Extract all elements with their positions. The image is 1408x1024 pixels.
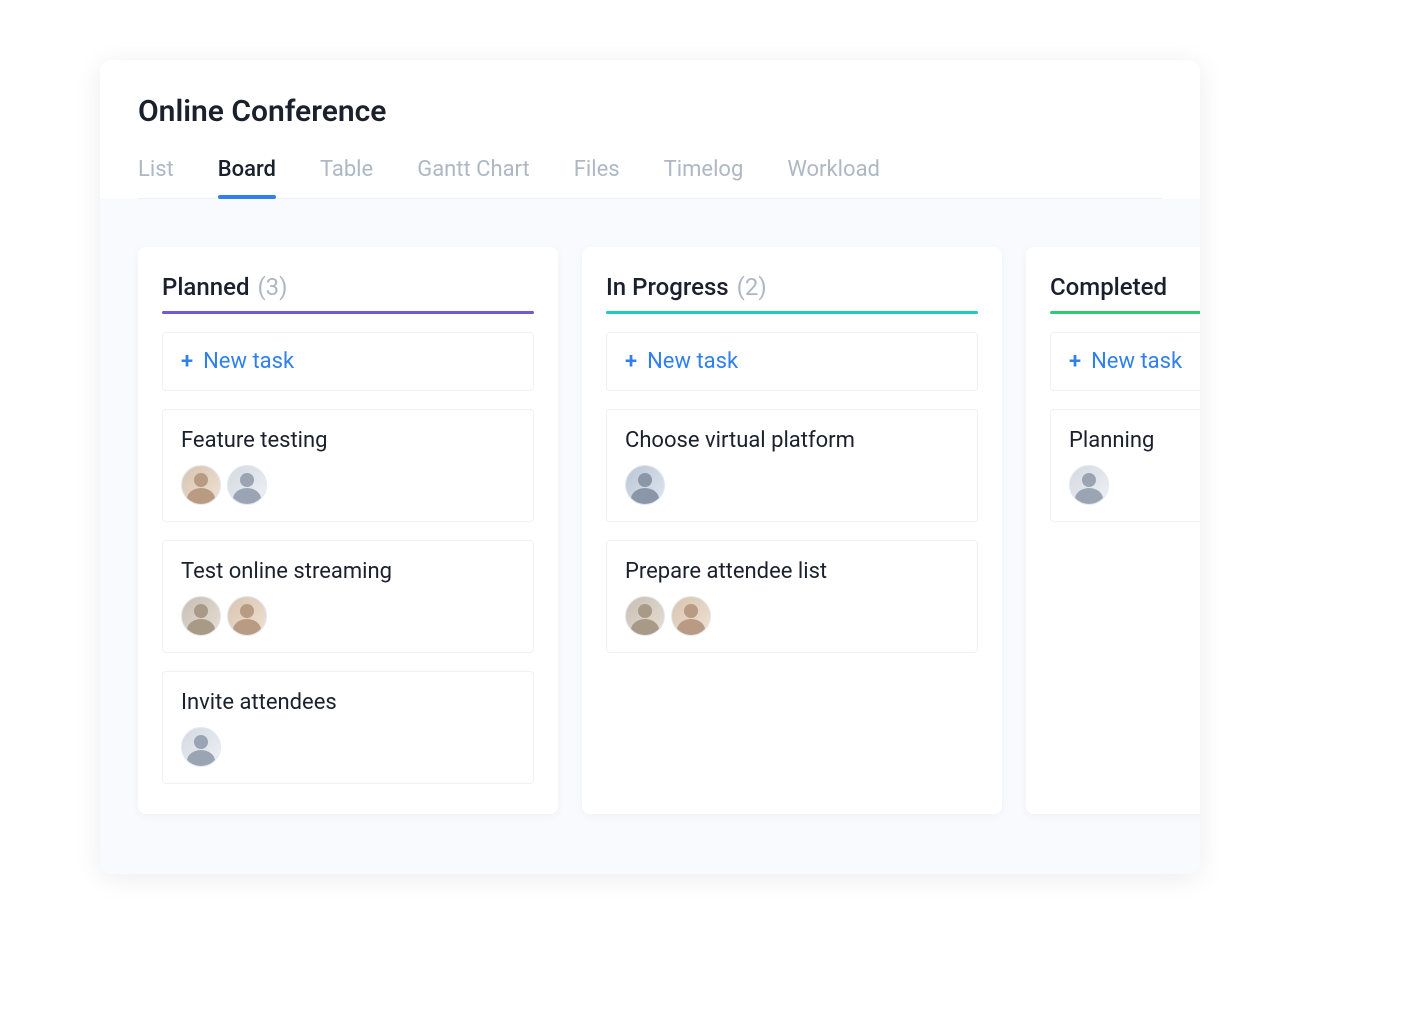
plus-icon: +: [181, 351, 193, 373]
task-card[interactable]: Prepare attendee list: [606, 540, 978, 653]
task-title: Invite attendees: [181, 690, 515, 715]
tab-timelog[interactable]: Timelog: [664, 157, 744, 198]
tab-board[interactable]: Board: [218, 157, 276, 198]
avatar: [181, 596, 221, 636]
new-task-button[interactable]: + New task: [1050, 332, 1200, 391]
column-title: Planned: [162, 273, 249, 301]
view-tabs: List Board Table Gantt Chart Files Timel…: [138, 157, 1162, 199]
task-title: Test online streaming: [181, 559, 515, 584]
app-header: Online Conference List Board Table Gantt…: [100, 60, 1200, 199]
new-task-label: New task: [203, 349, 294, 374]
avatar: [181, 727, 221, 767]
new-task-button[interactable]: + New task: [162, 332, 534, 391]
avatar: [671, 596, 711, 636]
tab-list[interactable]: List: [138, 157, 174, 198]
avatar: [227, 596, 267, 636]
avatar: [181, 465, 221, 505]
task-avatars: [181, 465, 515, 505]
column-header: Completed: [1050, 273, 1200, 301]
task-title: Prepare attendee list: [625, 559, 959, 584]
avatar: [625, 596, 665, 636]
task-card[interactable]: Planning: [1050, 409, 1200, 522]
new-task-label: New task: [647, 349, 738, 374]
new-task-label: New task: [1091, 349, 1182, 374]
app-card: Online Conference List Board Table Gantt…: [100, 60, 1200, 874]
tab-files[interactable]: Files: [574, 157, 620, 198]
page-title: Online Conference: [138, 94, 1162, 129]
task-avatars: [625, 596, 959, 636]
avatar: [625, 465, 665, 505]
column-planned: Planned (3) + New task Feature testing T…: [138, 247, 558, 814]
task-card[interactable]: Choose virtual platform: [606, 409, 978, 522]
column-count: (2): [737, 273, 767, 301]
plus-icon: +: [625, 351, 637, 373]
column-underline: [606, 311, 978, 314]
column-title: In Progress: [606, 273, 729, 301]
tab-gantt-chart[interactable]: Gantt Chart: [417, 157, 530, 198]
task-card[interactable]: Feature testing: [162, 409, 534, 522]
plus-icon: +: [1069, 351, 1081, 373]
avatar: [227, 465, 267, 505]
column-underline: [162, 311, 534, 314]
task-card[interactable]: Test online streaming: [162, 540, 534, 653]
task-avatars: [181, 727, 515, 767]
column-header: In Progress (2): [606, 273, 978, 301]
new-task-button[interactable]: + New task: [606, 332, 978, 391]
task-avatars: [181, 596, 515, 636]
task-card[interactable]: Invite attendees: [162, 671, 534, 784]
avatar: [1069, 465, 1109, 505]
tab-workload[interactable]: Workload: [787, 157, 880, 198]
column-underline: [1050, 311, 1200, 314]
tab-table[interactable]: Table: [320, 157, 373, 198]
task-avatars: [625, 465, 959, 505]
board-area: Planned (3) + New task Feature testing T…: [100, 199, 1200, 874]
task-title: Choose virtual platform: [625, 428, 959, 453]
column-title: Completed: [1050, 273, 1167, 301]
task-avatars: [1069, 465, 1200, 505]
column-count: (3): [257, 273, 287, 301]
column-in-progress: In Progress (2) + New task Choose virtua…: [582, 247, 1002, 814]
task-title: Planning: [1069, 428, 1200, 453]
task-title: Feature testing: [181, 428, 515, 453]
column-completed: Completed + New task Planning: [1026, 247, 1200, 814]
column-header: Planned (3): [162, 273, 534, 301]
